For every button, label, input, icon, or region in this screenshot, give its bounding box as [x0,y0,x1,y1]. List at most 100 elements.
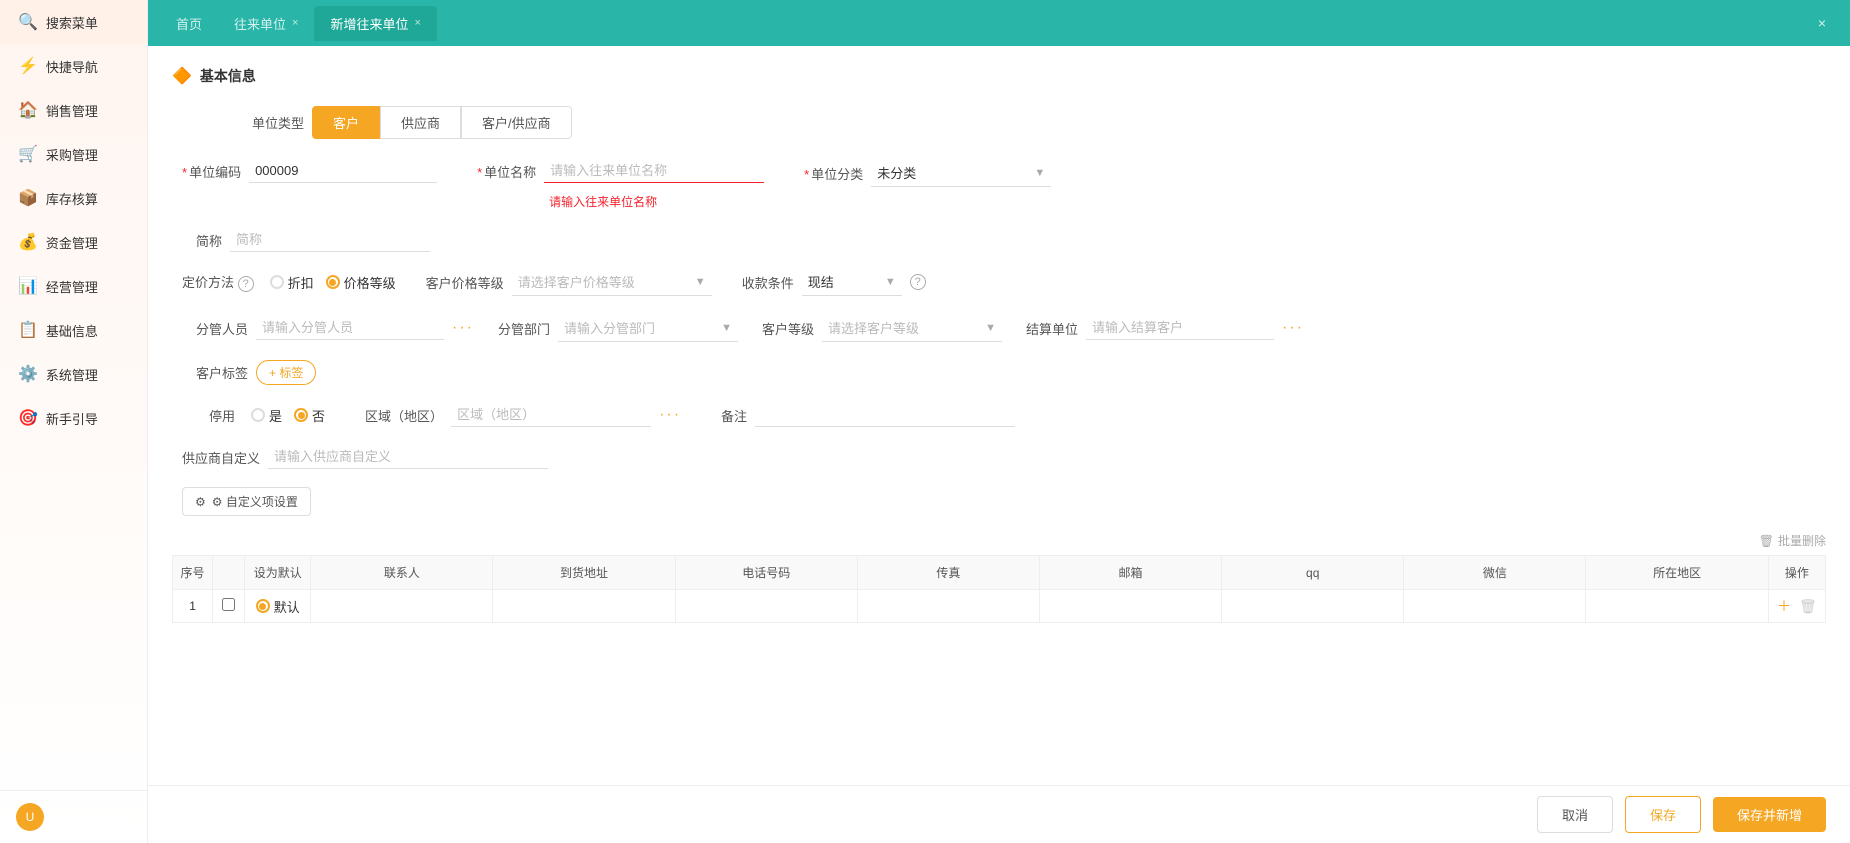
add-row-icon[interactable]: ＋ [1777,596,1791,616]
default-radio[interactable]: 默认 [251,597,304,616]
wechat-input[interactable] [1410,599,1579,613]
sidebar-bottom: U [0,790,147,843]
row-email[interactable] [1039,590,1221,623]
unit-type-row: 单位类型 客户 供应商 客户/供应商 [252,106,1826,139]
row-qq[interactable] [1222,590,1404,623]
unit-btn-both[interactable]: 客户/供应商 [461,106,572,139]
row-checkbox-input[interactable] [222,598,235,611]
supplier-custom-input[interactable] [268,445,548,469]
batch-delete-icon: 🗑 [1759,534,1774,548]
contact-input[interactable] [317,599,486,613]
customer-level-select[interactable]: 请选择客户等级 ▼ [822,314,1002,342]
tab-partner-close[interactable]: × [292,17,298,29]
sidebar-item-sales[interactable]: 🏠 销售管理 [0,88,147,132]
customer-price-level-select[interactable]: 请选择客户价格等级 ▼ [512,268,712,296]
payment-terms-select[interactable]: 现结 ▼ [802,268,902,296]
payment-help-icon[interactable]: ? [910,274,926,290]
pricing-method-label: 定价方法 ? [182,272,254,292]
tab-partner-list[interactable]: 往来单位 × [218,6,314,41]
batch-delete-button[interactable]: 🗑 批量删除 [1759,532,1826,549]
pricing-radio-discount[interactable]: 折扣 [270,273,314,292]
tags-label: 客户标签 [196,363,248,382]
unit-name-label: *单位名称 [477,162,536,181]
address-input[interactable] [499,599,668,613]
unit-category-select[interactable]: 未分类 ▼ [871,159,1051,187]
sidebar-item-label: 系统管理 [46,365,98,384]
sidebar-item-basic-info[interactable]: 📋 基础信息 [0,308,147,352]
manager-label: 分管人员 [196,319,248,338]
radio-level-icon [326,275,340,289]
short-name-input[interactable] [230,228,430,252]
delete-row-icon[interactable]: 🗑 [1799,598,1817,615]
manager-input[interactable] [256,316,444,340]
row-region-input[interactable] [1592,599,1761,613]
tab-partner-label: 往来单位 [234,14,286,33]
col-checkbox [213,556,245,590]
sidebar-item-operations[interactable]: 📊 经营管理 [0,264,147,308]
row-address[interactable] [493,590,675,623]
row-phone[interactable] [675,590,857,623]
row-region[interactable] [1586,590,1768,623]
tab-home[interactable]: 首页 [160,6,218,41]
sidebar-item-finance[interactable]: 💰 资金管理 [0,220,147,264]
cart-icon: 🛒 [18,144,38,164]
sidebar-item-inventory[interactable]: 📦 库存核算 [0,176,147,220]
sidebar-item-quick-nav[interactable]: ⚡ 快捷导航 [0,44,147,88]
row-wechat[interactable] [1404,590,1586,623]
settlement-more-icon[interactable]: ··· [1282,319,1304,337]
unit-type-group: 单位类型 客户 供应商 客户/供应商 [252,106,572,139]
phone-input[interactable] [682,599,851,613]
qq-input[interactable] [1228,599,1397,613]
disabled-radio-yes[interactable]: 是 [251,406,282,425]
region-more-icon[interactable]: ··· [659,406,681,424]
col-default: 设为默认 [245,556,311,590]
col-fax: 传真 [857,556,1039,590]
pricing-radio-level[interactable]: 价格等级 [326,273,396,292]
add-tag-button[interactable]: + 标签 [256,360,316,385]
row-fax[interactable] [857,590,1039,623]
col-email: 邮箱 [1039,556,1221,590]
settlement-unit-input[interactable] [1086,316,1274,340]
unit-name-input[interactable] [544,159,764,183]
pricing-radio-group: 折扣 价格等级 [270,273,396,292]
code-name-row: *单位编码 *单位名称 请输入往来单位名称 *单位分类 [182,159,1826,210]
row-checkbox[interactable] [213,590,245,623]
gear-settings-icon: ⚙ [195,495,206,509]
manager-group: 分管人员 ··· [182,316,474,340]
tab-add-partner-close[interactable]: × [414,17,420,29]
unit-code-input[interactable] [249,159,437,183]
chevron-down-icon: ▼ [885,276,896,288]
remarks-input[interactable] [755,403,1015,427]
row-contact[interactable] [311,590,493,623]
email-input[interactable] [1046,599,1215,613]
tab-bar: 首页 往来单位 × 新增往来单位 × × [148,0,1850,46]
fax-input[interactable] [864,599,1033,613]
row-default[interactable]: 默认 [245,590,311,623]
department-select[interactable]: 请输入分管部门 ▼ [558,314,738,342]
sidebar-item-label: 新手引导 [46,409,98,428]
save-and-new-button[interactable]: 保存并新增 [1713,797,1826,832]
radio-discount-icon [270,275,284,289]
unit-btn-supplier[interactable]: 供应商 [380,106,461,139]
sidebar-item-guide[interactable]: 🎯 新手引导 [0,396,147,440]
region-input[interactable] [451,403,651,427]
section-icon: 🔶 [172,66,192,86]
tags-row: 客户标签 + 标签 [182,360,1826,385]
manager-more-icon[interactable]: ··· [452,319,474,337]
save-button[interactable]: 保存 [1625,796,1701,833]
custom-settings-button[interactable]: ⚙ ⚙ 自定义项设置 [182,487,311,516]
short-name-label: 简称 [196,231,222,250]
sidebar-item-label: 销售管理 [46,101,98,120]
disabled-radio-no[interactable]: 否 [294,406,325,425]
pricing-help-icon[interactable]: ? [238,276,254,292]
sidebar-item-system[interactable]: ⚙️ 系统管理 [0,352,147,396]
sidebar-item-search[interactable]: 🔍 搜索菜单 [0,0,147,44]
tab-add-partner[interactable]: 新增往来单位 × [314,6,436,41]
unit-btn-customer[interactable]: 客户 [312,106,380,139]
cancel-button[interactable]: 取消 [1537,796,1613,833]
sidebar-item-purchase[interactable]: 🛒 采购管理 [0,132,147,176]
close-all-tabs[interactable]: × [1806,15,1838,31]
col-region: 所在地区 [1586,556,1768,590]
section-title: 基本信息 [200,66,256,86]
contacts-table: 序号 设为默认 联系人 到货地址 电话号码 传真 邮箱 qq 微信 所在地区 操… [172,555,1826,623]
